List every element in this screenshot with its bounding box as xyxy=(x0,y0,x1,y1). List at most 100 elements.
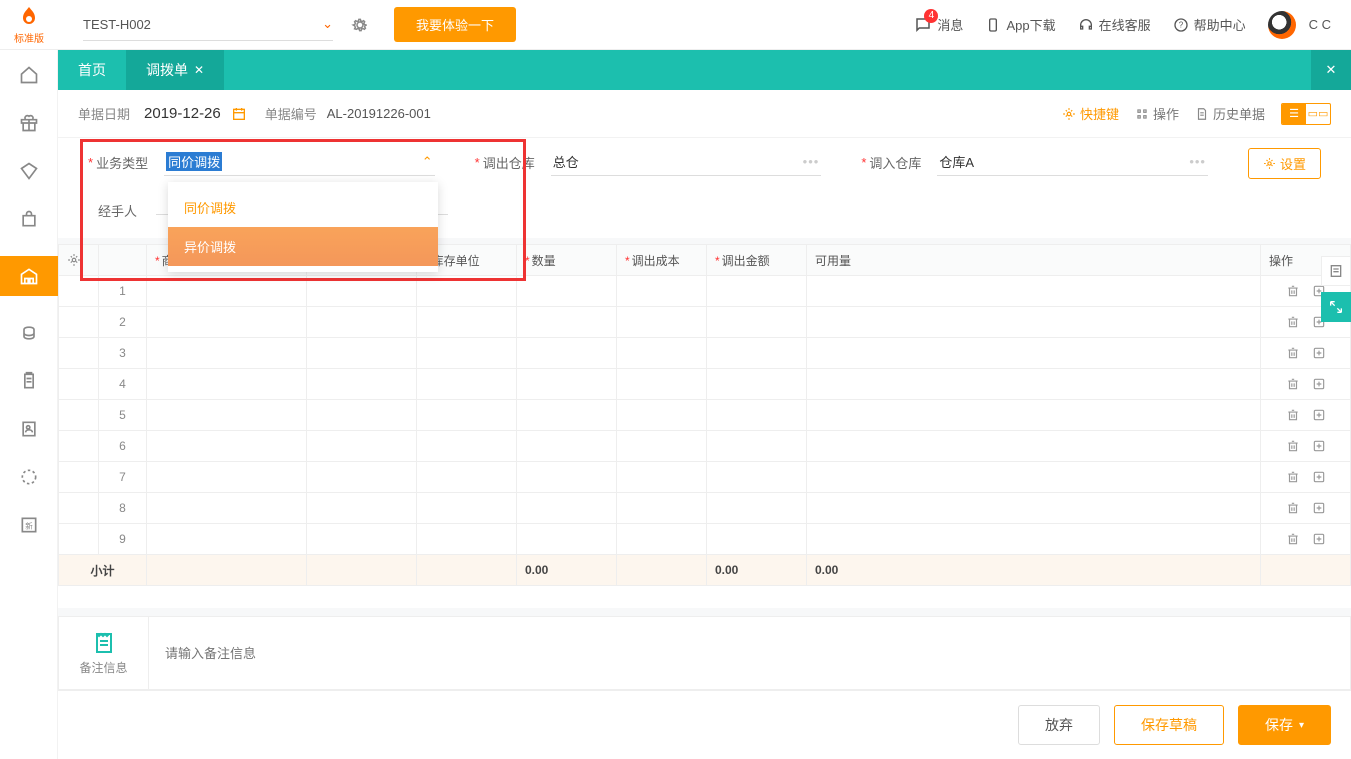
store-selector[interactable]: TEST-H002 ⌄ xyxy=(83,9,333,41)
table-row[interactable]: 7 xyxy=(59,462,1351,493)
save-draft-button[interactable]: 保存草稿 xyxy=(1114,705,1224,745)
rail-clipboard-icon[interactable] xyxy=(18,370,40,392)
remarks-input[interactable] xyxy=(149,617,1350,689)
question-icon: ? xyxy=(1173,17,1189,33)
subtotal-row: 小计 0.00 0.00 0.00 xyxy=(59,555,1351,586)
biztype-option-diff[interactable]: 异价调拨 xyxy=(168,227,438,266)
add-row-icon[interactable] xyxy=(1312,470,1326,484)
logo-label: 标准版 xyxy=(14,30,44,45)
chevron-down-icon: ⌄ xyxy=(322,16,333,32)
app-download-link[interactable]: App下载 xyxy=(985,15,1055,34)
table-row[interactable]: 9 xyxy=(59,524,1351,555)
settings-gear-icon[interactable] xyxy=(351,16,369,34)
items-table: *商品扫码录入 规格型号 *库存单位 *数量 *调出成本 *调出金额 可用量 操… xyxy=(58,244,1351,586)
rail-home-icon[interactable] xyxy=(18,64,40,86)
rail-contact-icon[interactable] xyxy=(18,418,40,440)
add-row-icon[interactable] xyxy=(1312,408,1326,422)
float-tools xyxy=(1321,256,1351,322)
tab-bar: 首页 调拨单 ✕ ✕ xyxy=(58,50,1351,90)
grid-icon xyxy=(1135,107,1149,121)
col-available: 可用量 xyxy=(807,245,1261,276)
list-view-icon[interactable]: ☰ xyxy=(1282,104,1306,124)
table-settings-icon[interactable] xyxy=(59,245,99,276)
rail-gift-icon[interactable] xyxy=(18,112,40,134)
rail-new-icon[interactable]: 新 xyxy=(18,514,40,536)
table-row[interactable]: 4 xyxy=(59,369,1351,400)
table-row[interactable]: 1 xyxy=(59,276,1351,307)
add-row-icon[interactable] xyxy=(1312,532,1326,546)
flame-icon xyxy=(17,5,41,29)
logo[interactable]: 标准版 xyxy=(0,5,58,45)
close-icon[interactable]: ✕ xyxy=(194,63,204,77)
messages-link[interactable]: 消息 4 xyxy=(914,15,963,34)
rail-money-icon[interactable] xyxy=(18,322,40,344)
add-row-icon[interactable] xyxy=(1312,377,1326,391)
delete-icon[interactable] xyxy=(1286,470,1300,484)
float-expand-icon[interactable] xyxy=(1321,292,1351,322)
form-panel: 单据日期 2019-12-26 单据编号 AL-20191226-001 快捷键… xyxy=(58,90,1351,238)
table-row[interactable]: 8 xyxy=(59,493,1351,524)
delete-icon[interactable] xyxy=(1286,501,1300,515)
headset-icon xyxy=(1078,17,1094,33)
delete-icon[interactable] xyxy=(1286,439,1300,453)
rail-warehouse-icon[interactable] xyxy=(0,256,58,296)
in-warehouse-field[interactable]: *调入仓库 仓库A••• xyxy=(861,148,1208,176)
trial-button[interactable]: 我要体验一下 xyxy=(394,7,516,42)
save-button[interactable]: 保存 ▾ xyxy=(1238,705,1331,745)
chevron-up-icon[interactable]: ⌃ xyxy=(422,154,433,170)
biztype-option-same[interactable]: 同价调拨 xyxy=(168,188,438,227)
rail-diamond-icon[interactable] xyxy=(18,160,40,182)
biztype-value: 同价调拨 xyxy=(166,152,222,171)
gear-icon xyxy=(1062,107,1076,121)
shortcut-link[interactable]: 快捷键 xyxy=(1062,104,1119,123)
left-rail: 新 xyxy=(0,50,58,759)
table-row[interactable]: 3 xyxy=(59,338,1351,369)
discard-button[interactable]: 放弃 xyxy=(1018,705,1100,745)
more-icon[interactable]: ••• xyxy=(803,154,820,169)
col-qty: *数量 xyxy=(517,245,617,276)
date-value[interactable]: 2019-12-26 xyxy=(144,105,221,122)
float-note-icon[interactable] xyxy=(1321,256,1351,286)
tab-transfer-order[interactable]: 调拨单 ✕ xyxy=(126,50,224,90)
close-all-tabs[interactable]: ✕ xyxy=(1311,50,1351,90)
remarks-panel: 备注信息 xyxy=(58,616,1351,690)
svg-text:新: 新 xyxy=(25,520,33,530)
card-view-icon[interactable]: ▭▭ xyxy=(1306,104,1330,124)
delete-icon[interactable] xyxy=(1286,408,1300,422)
gear-icon xyxy=(1263,157,1276,170)
operate-link[interactable]: 操作 xyxy=(1135,104,1179,123)
history-link[interactable]: 历史单据 xyxy=(1195,104,1265,123)
document-icon xyxy=(1195,107,1209,121)
help-center-link[interactable]: ? 帮助中心 xyxy=(1173,15,1246,34)
more-icon[interactable]: ••• xyxy=(1189,154,1206,169)
main-content: 单据日期 2019-12-26 单据编号 AL-20191226-001 快捷键… xyxy=(58,90,1351,759)
footer-actions: 放弃 保存草稿 保存 ▾ xyxy=(58,690,1351,759)
items-table-wrap: *商品扫码录入 规格型号 *库存单位 *数量 *调出成本 *调出金额 可用量 操… xyxy=(58,244,1351,608)
user-menu[interactable]: C C xyxy=(1268,11,1331,39)
date-label: 单据日期 xyxy=(78,104,130,123)
table-row[interactable]: 6 xyxy=(59,431,1351,462)
add-row-icon[interactable] xyxy=(1312,439,1326,453)
delete-icon[interactable] xyxy=(1286,346,1300,360)
biztype-field[interactable]: *业务类型 同价调拨 ⌃ 同价调拨 异价调拨 xyxy=(88,148,435,176)
delete-icon[interactable] xyxy=(1286,315,1300,329)
delete-icon[interactable] xyxy=(1286,532,1300,546)
rail-dashed-icon[interactable] xyxy=(18,466,40,488)
add-row-icon[interactable] xyxy=(1312,501,1326,515)
online-service-link[interactable]: 在线客服 xyxy=(1078,15,1151,34)
delete-icon[interactable] xyxy=(1286,377,1300,391)
out-warehouse-field[interactable]: *调出仓库 总仓••• xyxy=(475,148,822,176)
svg-text:?: ? xyxy=(1178,20,1183,29)
table-row[interactable]: 5 xyxy=(59,400,1351,431)
tab-home[interactable]: 首页 xyxy=(58,50,126,90)
delete-icon[interactable] xyxy=(1286,284,1300,298)
store-name: TEST-H002 xyxy=(83,17,151,32)
biztype-dropdown: 同价调拨 异价调拨 xyxy=(168,182,438,272)
rail-bag-icon[interactable] xyxy=(18,208,40,230)
calendar-icon[interactable] xyxy=(231,106,247,122)
add-row-icon[interactable] xyxy=(1312,346,1326,360)
view-mode-toggle[interactable]: ☰ ▭▭ xyxy=(1281,103,1331,125)
settings-button[interactable]: 设置 xyxy=(1248,148,1321,179)
avatar xyxy=(1268,11,1296,39)
table-row[interactable]: 2 xyxy=(59,307,1351,338)
